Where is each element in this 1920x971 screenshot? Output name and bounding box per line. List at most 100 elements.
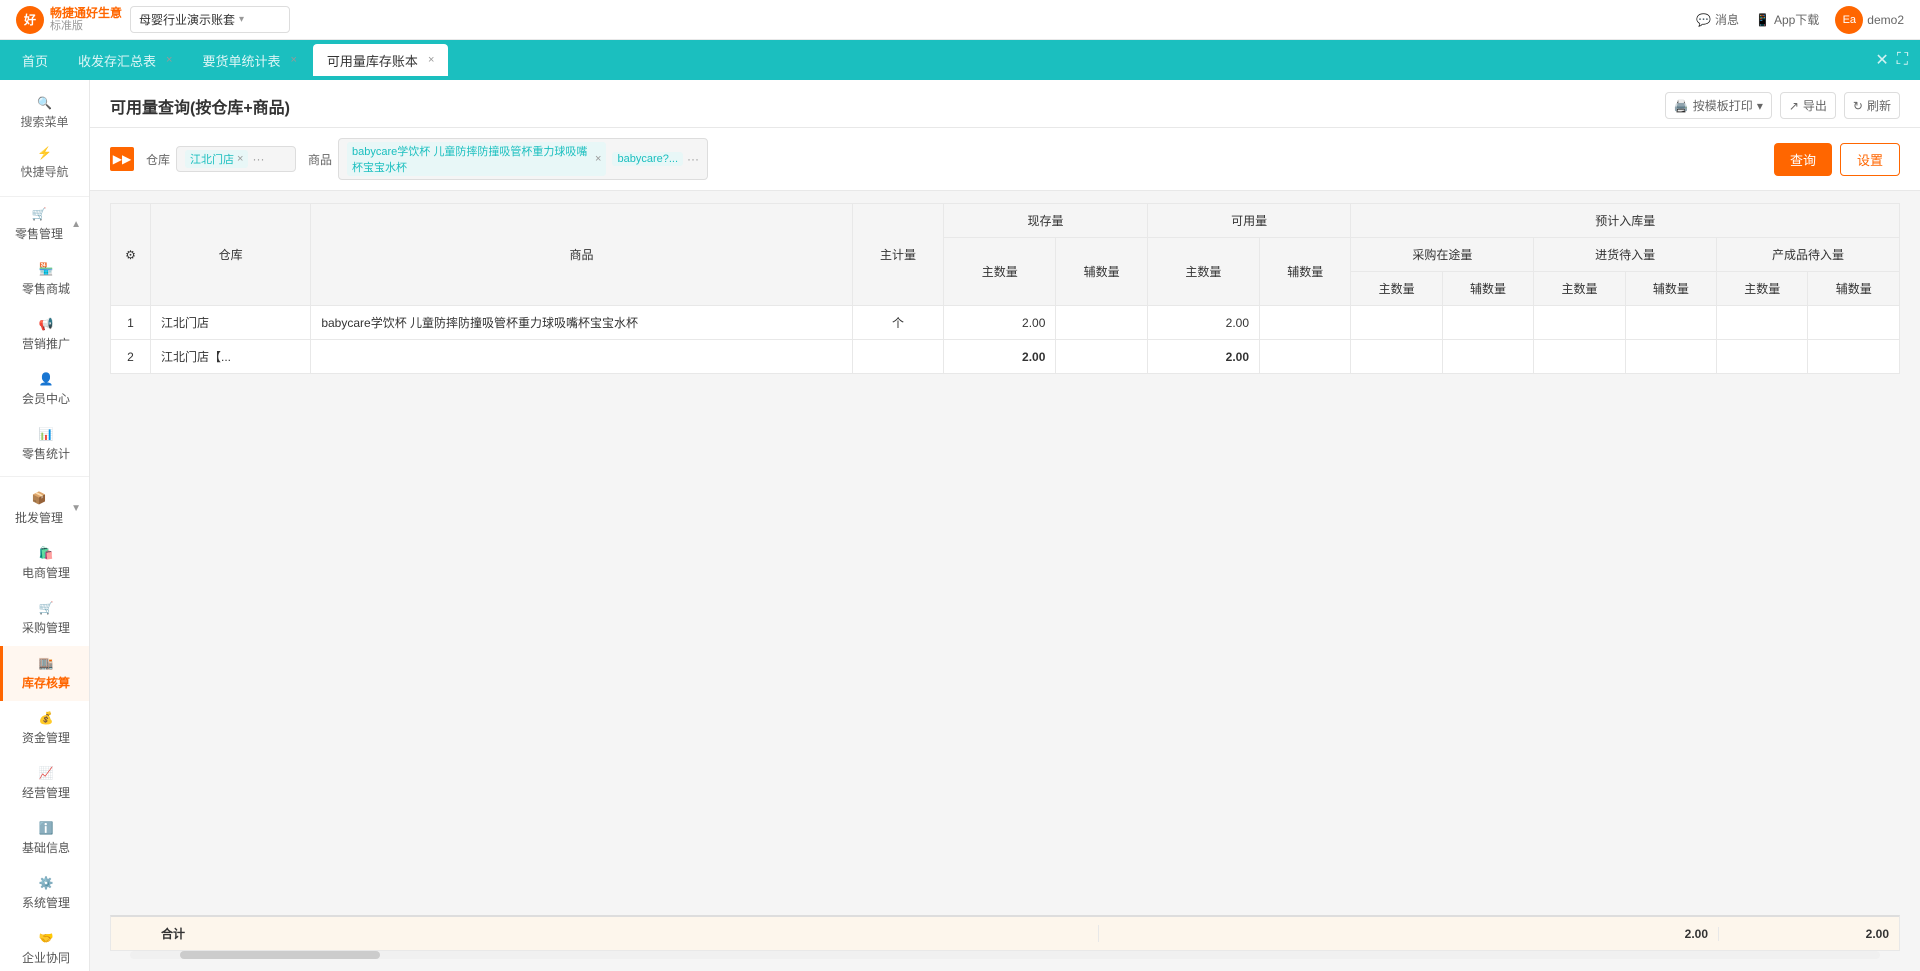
retail-stats-label: 零售统计 [22, 445, 70, 462]
row-1-pur-transit-aux [1442, 306, 1533, 340]
avatar-text: Ea [1843, 14, 1856, 26]
row-2-pur-transit-aux [1442, 340, 1533, 374]
filter-toggle-btn[interactable]: ▶▶ [110, 147, 134, 171]
close-all-icon[interactable]: ✕ [1875, 50, 1888, 70]
tab-receipts[interactable]: 收发存汇总表 × [64, 44, 186, 76]
main-layout: 🔍 搜索菜单 ⚡ 快捷导航 🛒 零售管理 ▲ 🏪 零售商城 📢 [0, 80, 1920, 971]
avatar: Ea [1835, 6, 1863, 34]
th-incoming-group: 进货待入量 [1534, 238, 1717, 272]
row-2-avail-aux [1260, 340, 1351, 374]
sidebar-item-inventory[interactable]: 🏬 库存核算 [0, 646, 89, 701]
username: demo2 [1867, 13, 1904, 27]
print-chevron: ▾ [1757, 99, 1763, 113]
sidebar-item-basic-info[interactable]: ℹ️ 基础信息 [0, 811, 89, 866]
sidebar-item-enterprise[interactable]: 🤝 企业协同 [0, 921, 89, 971]
th-product: 商品 [311, 204, 852, 306]
finance-icon: 💰 [39, 711, 54, 725]
warehouse-input[interactable]: 江北门店 × ··· [176, 146, 296, 172]
gear-header[interactable]: ⚙ [111, 204, 151, 306]
tab-available[interactable]: 可用量库存账本 × [313, 44, 448, 76]
logo-text: 畅捷通好生意 标准版 [50, 6, 122, 34]
logo-line1: 畅捷通好生意 [50, 6, 122, 20]
sidebar-quick-nav[interactable]: ⚡ 快捷导航 [0, 138, 89, 188]
row-1-pur-transit-main [1351, 306, 1442, 340]
th-forecast-group: 预计入库量 [1351, 204, 1900, 238]
product-more-icon[interactable]: ··· [687, 152, 699, 166]
sidebar-divider-1 [0, 476, 89, 477]
row-2-avail-main: 2.00 [1147, 340, 1259, 374]
retail-mall-label: 零售商城 [22, 280, 70, 297]
sidebar-item-purchase[interactable]: 🛒 采购管理 [0, 591, 89, 646]
row-1-stock-main: 2.00 [944, 306, 1056, 340]
store-selector[interactable]: 母婴行业演示账套 ▾ [130, 6, 290, 33]
sidebar-item-ecommerce[interactable]: 🛍️ 电商管理 [0, 536, 89, 591]
sidebar-search-menu[interactable]: 🔍 搜索菜单 [0, 88, 89, 138]
expand-icon[interactable]: ⛶ [1897, 51, 1908, 69]
user-menu[interactable]: Ea demo2 [1835, 6, 1904, 34]
sidebar-item-retail-mgmt[interactable]: 🛒 零售管理 ▲ [0, 197, 89, 252]
message-icon: 💬 [1696, 13, 1711, 27]
row-2-prod-aux [1808, 340, 1900, 374]
row-2-incoming-aux [1625, 340, 1716, 374]
tab-orders[interactable]: 要货单统计表 × [188, 44, 310, 76]
message-label: 消息 [1715, 11, 1739, 28]
print-label: 按模板打印 [1693, 97, 1753, 114]
sidebar-item-finance[interactable]: 💰 资金管理 [0, 701, 89, 756]
table-scrollbar[interactable] [130, 951, 1880, 959]
sidebar-item-system[interactable]: ⚙️ 系统管理 [0, 866, 89, 921]
row-1-incoming-aux [1625, 306, 1716, 340]
row-2-warehouse: 江北门店【... [151, 340, 311, 374]
th-pur-transit-main: 主数量 [1351, 272, 1442, 306]
remove-product-tag-1[interactable]: × [595, 153, 601, 165]
settings-button[interactable]: 设置 [1840, 143, 1900, 176]
export-button[interactable]: ↗ 导出 [1780, 92, 1836, 119]
query-button[interactable]: 查询 [1774, 143, 1832, 176]
remove-warehouse-tag[interactable]: × [237, 153, 243, 165]
content-area: 可用量查询(按仓库+商品) 🖨️ 按模板打印 ▾ ↗ 导出 ↻ 刷新 ▶▶ [90, 80, 1920, 971]
table-scrollbar-thumb[interactable] [180, 951, 380, 959]
th-product-pending-group: 产成品待入量 [1717, 238, 1900, 272]
refresh-button[interactable]: ↻ 刷新 [1844, 92, 1900, 119]
th-incoming-aux: 辅数量 [1625, 272, 1716, 306]
page-title: 可用量查询(按仓库+商品) [110, 94, 290, 118]
warehouse-more-icon[interactable]: ··· [252, 152, 264, 166]
print-button[interactable]: 🖨️ 按模板打印 ▾ [1665, 92, 1772, 119]
page-actions: 🖨️ 按模板打印 ▾ ↗ 导出 ↻ 刷新 [1665, 92, 1900, 119]
sidebar-item-retail-stats[interactable]: 📊 零售统计 [0, 417, 89, 472]
tab-home[interactable]: 首页 [8, 44, 62, 76]
th-available-group: 可用量 [1147, 204, 1351, 238]
product-filter: 商品 babycare学饮杯 儿童防摔防撞吸管杯重力球吸嘴杯宝宝水杯 × bab… [308, 138, 708, 180]
basic-info-label: 基础信息 [22, 839, 70, 856]
nav-app-download[interactable]: 📱 App下载 [1755, 11, 1819, 28]
sidebar-item-marketing[interactable]: 📢 营销推广 [0, 307, 89, 362]
purchase-label: 采购管理 [22, 619, 70, 636]
chevron-down-icon: ▾ [239, 14, 244, 25]
tab-orders-label: 要货单统计表 [202, 51, 280, 70]
wholesale-label: 批发管理 [15, 509, 63, 526]
refresh-icon: ↻ [1853, 99, 1863, 113]
close-receipts-tab[interactable]: × [166, 54, 172, 66]
enterprise-icon: 🤝 [39, 931, 54, 945]
th-unit: 主计量 [852, 204, 943, 306]
nav-message[interactable]: 💬 消息 [1696, 11, 1739, 28]
tab-bar: 首页 收发存汇总表 × 要货单统计表 × 可用量库存账本 × ✕ ⛶ [0, 40, 1920, 80]
close-available-tab[interactable]: × [428, 54, 434, 66]
row-2-pur-transit-main [1351, 340, 1442, 374]
product-tag-1: babycare学饮杯 儿童防摔防撞吸管杯重力球吸嘴杯宝宝水杯 × [347, 142, 606, 176]
tab-available-label: 可用量库存账本 [327, 51, 418, 70]
retail-mall-icon: 🏪 [39, 262, 54, 276]
enterprise-label: 企业协同 [22, 949, 70, 966]
sidebar-item-member[interactable]: 👤 会员中心 [0, 362, 89, 417]
row-2-num: 2 [111, 340, 151, 374]
product-input[interactable]: babycare学饮杯 儿童防摔防撞吸管杯重力球吸嘴杯宝宝水杯 × babyca… [338, 138, 708, 180]
close-orders-tab[interactable]: × [290, 54, 296, 66]
row-1-warehouse: 江北门店 [151, 306, 311, 340]
footer-label: 合计 [151, 925, 1099, 942]
sidebar-item-wholesale-mgmt[interactable]: 📦 批发管理 ▼ [0, 481, 89, 536]
product-tag-1-text: babycare学饮杯 儿童防摔防撞吸管杯重力球吸嘴杯宝宝水杯 [352, 143, 592, 175]
sidebar-item-retail-mall[interactable]: 🏪 零售商城 [0, 252, 89, 307]
finance-label: 资金管理 [22, 729, 70, 746]
sidebar-item-operations[interactable]: 📈 经营管理 [0, 756, 89, 811]
printer-icon: 🖨️ [1674, 99, 1689, 113]
filter-actions: 查询 设置 [1774, 143, 1900, 176]
